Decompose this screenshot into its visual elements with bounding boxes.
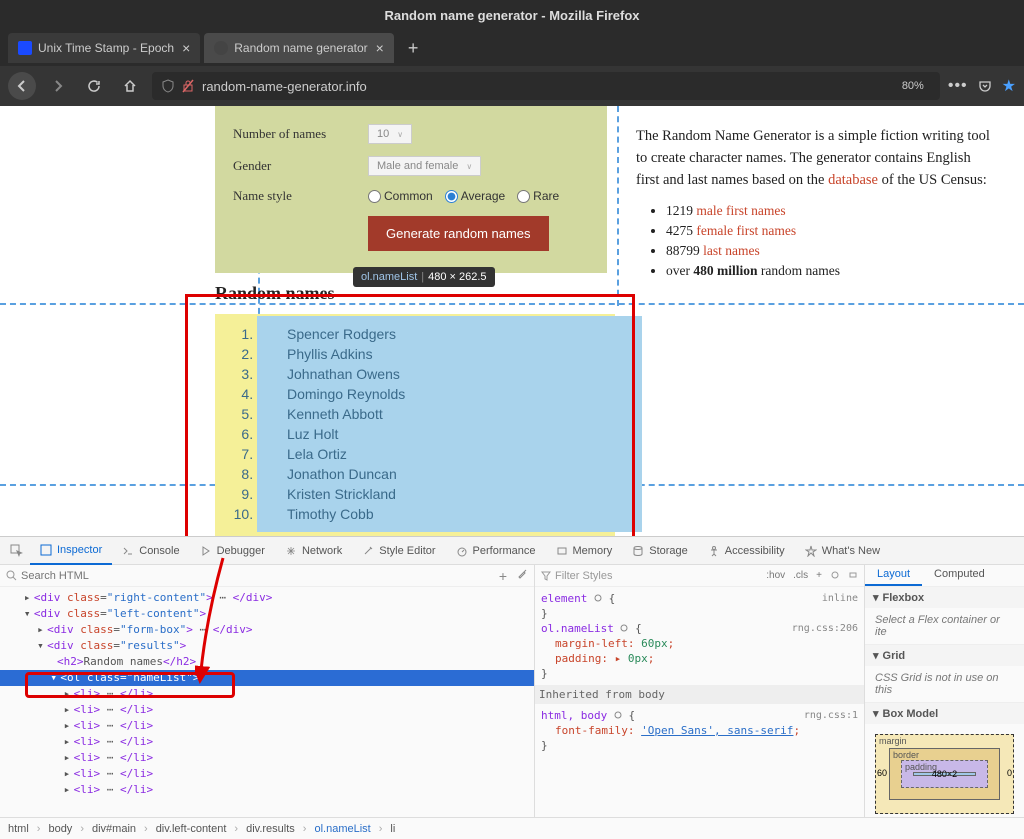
tab-strip: Unix Time Stamp - Epoch × Random name ge… [0, 30, 1024, 66]
search-icon [6, 570, 17, 581]
tab-whats-new[interactable]: What's New [795, 537, 890, 565]
new-rule-button[interactable]: + [816, 570, 822, 581]
bookmark-star-icon[interactable]: ★ [1002, 76, 1016, 96]
stat-item: 1219 male first names [666, 203, 996, 219]
print-icon[interactable] [848, 570, 858, 581]
boxmodel-heading[interactable]: ▾Box Model [865, 703, 1024, 724]
zoom-level[interactable]: 80% [896, 80, 930, 92]
tab-network[interactable]: Network [275, 537, 352, 565]
flexbox-msg: Select a Flex container or ite [865, 608, 1024, 644]
cls-toggle[interactable]: .cls [793, 570, 808, 581]
breadcrumb[interactable]: html› body› div#main› div.left-content› … [0, 817, 1024, 839]
list-item: Kristen Strickland [257, 484, 642, 504]
stat-item: 88799 last names [666, 243, 996, 259]
list-item: Lela Ortiz [257, 444, 642, 464]
html-panel: + ▸<div class="right-content"> ⋯ </div> … [0, 565, 535, 817]
generate-button[interactable]: Generate random names [368, 216, 549, 251]
eyedropper-icon[interactable] [517, 568, 528, 584]
stat-item: 4275 female first names [666, 223, 996, 239]
filter-styles-input[interactable]: Filter Styles [555, 570, 612, 582]
description-para: The Random Name Generator is a simple fi… [636, 126, 996, 191]
radio-common[interactable]: Common [368, 189, 433, 203]
search-html-input[interactable] [21, 570, 499, 582]
devtools: Inspector Console Debugger Network Style… [0, 536, 1024, 839]
shield-icon [162, 79, 174, 93]
close-icon[interactable]: × [182, 40, 190, 56]
devtools-tabs: Inspector Console Debugger Network Style… [0, 537, 1024, 565]
list-item: Domingo Reynolds [257, 384, 642, 404]
flexbox-heading[interactable]: ▾Flexbox [865, 587, 1024, 608]
pocket-icon[interactable] [978, 79, 992, 93]
window-title: Random name generator - Mozilla Firefox [385, 8, 640, 23]
style-label: Name style [233, 188, 368, 204]
box-model-diagram: margin border padding 480×2 60 0 [875, 734, 1014, 814]
num-names-select[interactable]: 10∨ [368, 124, 412, 144]
element-picker-icon[interactable] [4, 537, 30, 565]
results: Random names Spencer Rodgers Phyllis Adk… [215, 283, 615, 536]
tab-unix[interactable]: Unix Time Stamp - Epoch × [8, 33, 200, 63]
back-button[interactable] [8, 72, 36, 100]
home-button[interactable] [116, 72, 144, 100]
radio-rare[interactable]: Rare [517, 189, 559, 203]
list-item: Timothy Cobb [257, 504, 642, 524]
num-names-label: Number of names [233, 126, 368, 142]
grid-msg: CSS Grid is not in use on this [865, 666, 1024, 702]
list-item: Jonathon Duncan [257, 464, 642, 484]
list-item: Spencer Rodgers [257, 324, 642, 344]
tab-layout[interactable]: Layout [865, 565, 922, 586]
tab-label: Random name generator [234, 41, 367, 55]
close-icon[interactable]: × [376, 40, 384, 56]
name-list: Spencer Rodgers Phyllis Adkins Johnathan… [257, 316, 642, 532]
filter-icon [541, 571, 551, 581]
gender-select[interactable]: Male and female∨ [368, 156, 481, 176]
tab-inspector[interactable]: Inspector [30, 537, 112, 565]
light-icon[interactable] [830, 570, 840, 581]
reload-button[interactable] [80, 72, 108, 100]
database-link[interactable]: database [828, 172, 878, 188]
url-text: random-name-generator.info [202, 79, 367, 94]
menu-dots-icon[interactable]: ••• [948, 77, 968, 95]
inspector-tooltip: ol.nameList|480 × 262.5 [353, 267, 495, 287]
hov-toggle[interactable]: :hov [766, 570, 785, 581]
layout-panel: Layout Computed ▾Flexbox Select a Flex c… [865, 565, 1024, 817]
right-content: The Random Name Generator is a simple fi… [636, 126, 996, 283]
tab-memory[interactable]: Memory [546, 537, 623, 565]
window-titlebar: Random name generator - Mozilla Firefox [0, 0, 1024, 30]
radio-average[interactable]: Average [445, 189, 505, 203]
css-rules[interactable]: element {inline } ol.nameList {rng.css:2… [535, 587, 864, 817]
last-names-link[interactable]: last names [703, 243, 760, 258]
tab-debugger[interactable]: Debugger [190, 537, 275, 565]
gender-label: Gender [233, 158, 368, 174]
form-box: Number of names 10∨ Gender Male and fema… [215, 106, 607, 273]
favicon-rng [214, 41, 228, 55]
list-item: Kenneth Abbott [257, 404, 642, 424]
tab-console[interactable]: Console [112, 537, 189, 565]
tab-storage[interactable]: Storage [622, 537, 698, 565]
favicon-unix [18, 41, 32, 55]
male-first-link[interactable]: male first names [696, 203, 785, 218]
styles-panel: Filter Styles :hov .cls + element {inlin… [535, 565, 865, 817]
grid-heading[interactable]: ▾Grid [865, 645, 1024, 666]
tab-label: Unix Time Stamp - Epoch [38, 41, 174, 55]
add-node-icon[interactable]: + [499, 568, 507, 584]
new-tab-button[interactable]: + [398, 38, 429, 59]
tab-performance[interactable]: Performance [446, 537, 546, 565]
list-item: Luz Holt [257, 424, 642, 444]
tab-accessibility[interactable]: Accessibility [698, 537, 795, 565]
dom-tree[interactable]: ▸<div class="right-content"> ⋯ </div> ▾<… [0, 587, 534, 817]
tab-style-editor[interactable]: Style Editor [352, 537, 445, 565]
tab-rng[interactable]: Random name generator × [204, 33, 394, 63]
list-item: Phyllis Adkins [257, 344, 642, 364]
stat-item: over 480 million random names [666, 263, 996, 279]
forward-button[interactable] [44, 72, 72, 100]
url-bar[interactable]: random-name-generator.info 80% [152, 72, 940, 100]
left-content: Number of names 10∨ Gender Male and fema… [215, 106, 615, 536]
page-content: Number of names 10∨ Gender Male and fema… [0, 106, 1024, 536]
list-item: Johnathan Owens [257, 364, 642, 384]
female-first-link[interactable]: female first names [696, 223, 796, 238]
nav-bar: random-name-generator.info 80% ••• ★ [0, 66, 1024, 106]
lock-slash-icon [182, 79, 194, 93]
tab-computed[interactable]: Computed [922, 565, 997, 586]
